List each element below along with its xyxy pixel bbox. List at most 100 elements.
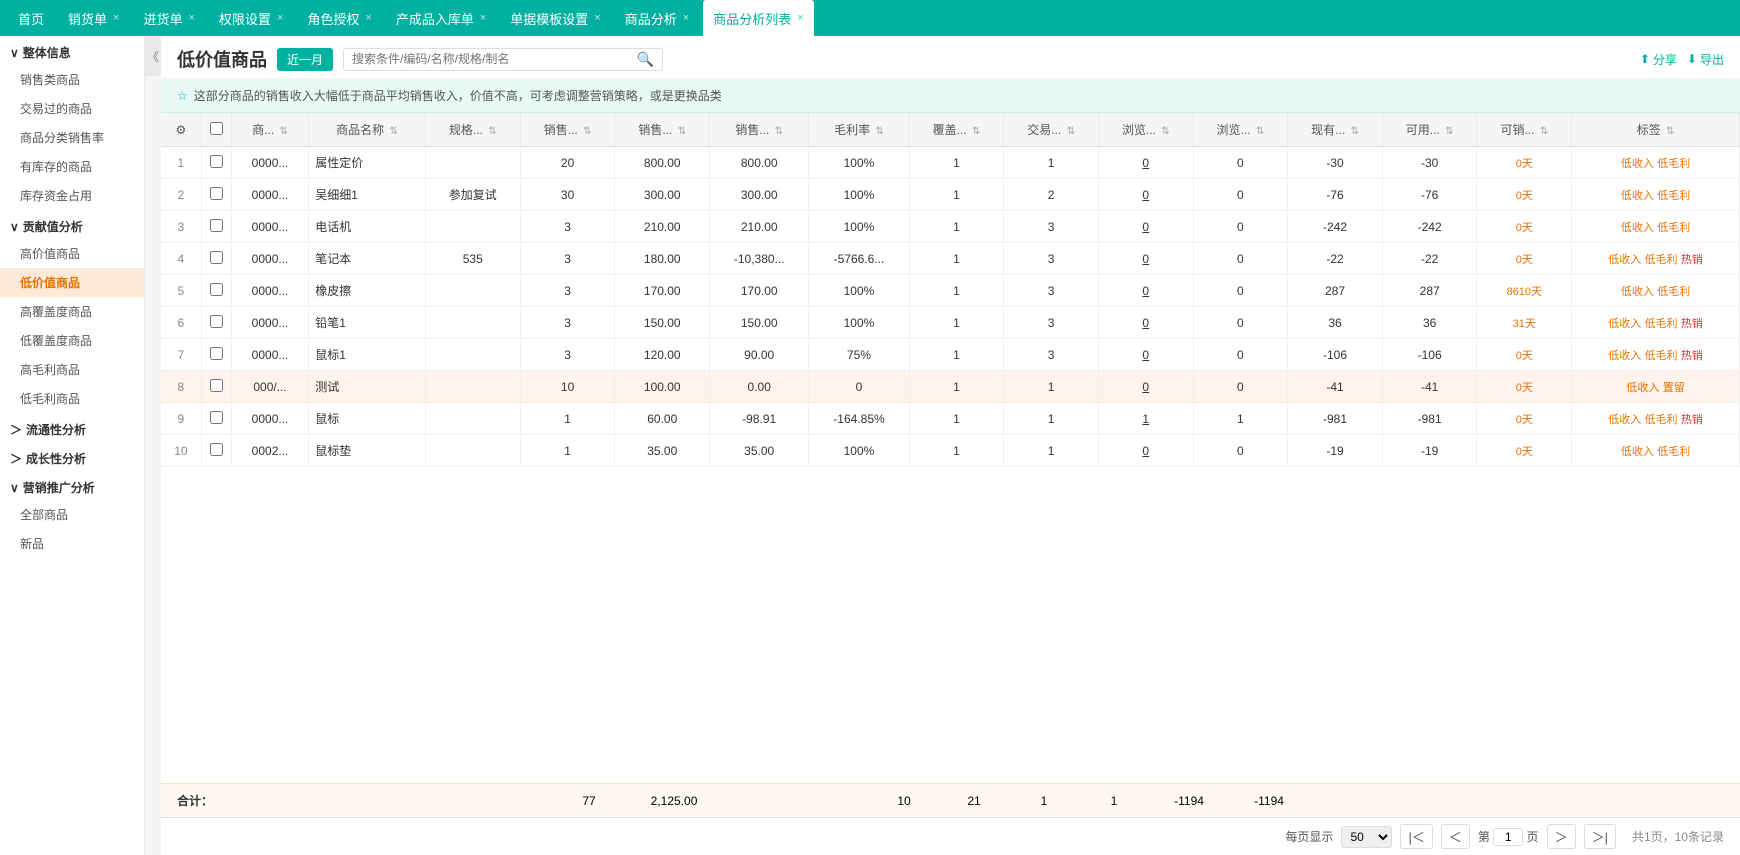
- browse1-value[interactable]: 0: [1142, 284, 1149, 298]
- col-tags[interactable]: 标签 ⇅: [1572, 113, 1740, 147]
- nav-purchase[interactable]: 进货单 ×: [133, 0, 204, 36]
- col-stock2[interactable]: 可用... ⇅: [1382, 113, 1477, 147]
- col-browse2[interactable]: 浏览... ⇅: [1193, 113, 1288, 147]
- row-checkbox[interactable]: [210, 443, 223, 456]
- sidebar-item-sales-goods[interactable]: 销售类商品: [0, 65, 144, 94]
- col-settings[interactable]: ⚙: [161, 113, 201, 147]
- sidebar-item-low-value[interactable]: 低价值商品: [0, 268, 144, 297]
- next-page-button[interactable]: ＞: [1547, 824, 1576, 849]
- row-checkbox[interactable]: [210, 379, 223, 392]
- col-profit-rate[interactable]: 毛利率 ⇅: [809, 113, 909, 147]
- close-icon[interactable]: ×: [113, 12, 119, 24]
- row-checkbox[interactable]: [210, 347, 223, 360]
- col-coverage[interactable]: 覆盖... ⇅: [909, 113, 1004, 147]
- filter-recent-month-button[interactable]: 近一月: [277, 48, 333, 71]
- browse1-value[interactable]: 0: [1142, 444, 1149, 458]
- pagination-bar: 每页显示 50 100 200 |＜ ＜ 第 页 ＞ ＞| 共1页，10条记录: [161, 817, 1740, 855]
- browse2-value: 0: [1193, 275, 1288, 307]
- row-checkbox-cell: [201, 403, 231, 435]
- col-stock1[interactable]: 现有... ⇅: [1288, 113, 1383, 147]
- browse1-value[interactable]: 0: [1142, 252, 1149, 266]
- sidebar-item-high-coverage[interactable]: 高覆盖度商品: [0, 297, 144, 326]
- row-checkbox[interactable]: [210, 187, 223, 200]
- col-trade[interactable]: 交易... ⇅: [1004, 113, 1099, 147]
- last-page-button[interactable]: ＞|: [1584, 824, 1616, 849]
- export-button[interactable]: ⬇ 导出: [1687, 51, 1724, 68]
- browse1-cell: 0: [1098, 307, 1193, 339]
- close-icon[interactable]: ×: [683, 12, 689, 24]
- browse2-value: 0: [1193, 371, 1288, 403]
- share-button[interactable]: ⬆ 分享: [1640, 51, 1677, 68]
- row-num: 5: [161, 275, 201, 307]
- sidebar-group-liquidity[interactable]: ＞ 流通性分析: [0, 413, 144, 442]
- product-spec: [425, 339, 520, 371]
- col-name[interactable]: 商品名称 ⇅: [309, 113, 425, 147]
- sidebar-group-contribution[interactable]: ∨ 贡献值分析: [0, 210, 144, 239]
- browse2-value: 0: [1193, 435, 1288, 467]
- sidebar-item-low-profit[interactable]: 低毛利商品: [0, 384, 144, 413]
- col-sale3[interactable]: 销售... ⇅: [710, 113, 809, 147]
- close-icon[interactable]: ×: [594, 12, 600, 24]
- col-spec[interactable]: 规格... ⇅: [425, 113, 520, 147]
- row-checkbox[interactable]: [210, 283, 223, 296]
- close-icon[interactable]: ×: [365, 12, 371, 24]
- sidebar-item-stock-goods[interactable]: 有库存的商品: [0, 152, 144, 181]
- nav-product-analysis-list[interactable]: 商品分析列表 ×: [703, 0, 813, 36]
- col-sale2[interactable]: 销售... ⇅: [615, 113, 710, 147]
- col-code[interactable]: 商... ⇅: [231, 113, 308, 147]
- row-checkbox[interactable]: [210, 219, 223, 232]
- browse1-value[interactable]: 0: [1142, 156, 1149, 170]
- sidebar-item-traded-goods[interactable]: 交易过的商品: [0, 94, 144, 123]
- browse1-value[interactable]: 0: [1142, 348, 1149, 362]
- browse1-value[interactable]: 0: [1142, 380, 1149, 394]
- close-icon[interactable]: ×: [277, 12, 283, 24]
- sidebar-item-stock-value[interactable]: 库存资金占用: [0, 181, 144, 210]
- nav-production[interactable]: 产成品入库单 ×: [386, 0, 496, 36]
- sidebar-group-marketing[interactable]: ∨ 营销推广分析: [0, 471, 144, 500]
- nav-roles[interactable]: 角色授权 ×: [297, 0, 381, 36]
- first-page-button[interactable]: |＜: [1400, 824, 1432, 849]
- browse1-value[interactable]: 1: [1142, 412, 1149, 426]
- prev-page-button[interactable]: ＜: [1441, 824, 1470, 849]
- row-checkbox-cell: [201, 435, 231, 467]
- days-value: 0天: [1477, 211, 1572, 243]
- search-input[interactable]: [352, 52, 637, 66]
- nav-permissions[interactable]: 权限设置 ×: [209, 0, 293, 36]
- sidebar-item-low-coverage[interactable]: 低覆盖度商品: [0, 326, 144, 355]
- sidebar-group-overall[interactable]: ∨ 整体信息: [0, 36, 144, 65]
- sidebar-item-category-sales[interactable]: 商品分类销售率: [0, 123, 144, 152]
- sidebar-item-all-goods[interactable]: 全部商品: [0, 500, 144, 529]
- close-icon[interactable]: ×: [188, 12, 194, 24]
- sidebar-group-growth[interactable]: ＞ 成长性分析: [0, 442, 144, 471]
- profit-rate-value: -5766.6...: [809, 243, 909, 275]
- sidebar-item-high-profit[interactable]: 高毛利商品: [0, 355, 144, 384]
- col-browse1[interactable]: 浏览... ⇅: [1098, 113, 1193, 147]
- sidebar-item-high-value[interactable]: 高价值商品: [0, 239, 144, 268]
- close-icon[interactable]: ×: [480, 12, 486, 24]
- nav-home[interactable]: 首页: [8, 0, 54, 36]
- select-all-checkbox[interactable]: [210, 122, 223, 135]
- search-icon[interactable]: 🔍: [637, 51, 654, 68]
- trade-value: 1: [1004, 403, 1099, 435]
- nav-product-analysis[interactable]: 商品分析 ×: [615, 0, 699, 36]
- close-icon[interactable]: ×: [797, 12, 803, 24]
- table-container: ⚙ 商... ⇅ 商品名称 ⇅ 规格... ⇅ 销售... ⇅ 销售... ⇅ …: [161, 113, 1740, 783]
- col-select-all[interactable]: [201, 113, 231, 147]
- per-page-select[interactable]: 50 100 200: [1341, 826, 1392, 848]
- trade-value: 3: [1004, 243, 1099, 275]
- col-stock3[interactable]: 可销... ⇅: [1477, 113, 1572, 147]
- browse1-value[interactable]: 0: [1142, 188, 1149, 202]
- row-checkbox[interactable]: [210, 411, 223, 424]
- col-sale1[interactable]: 销售... ⇅: [520, 113, 615, 147]
- row-checkbox[interactable]: [210, 251, 223, 264]
- nav-sales[interactable]: 销货单 ×: [58, 0, 129, 36]
- sidebar-collapse-button[interactable]: 《: [145, 36, 161, 76]
- browse1-value[interactable]: 0: [1142, 316, 1149, 330]
- row-num: 3: [161, 211, 201, 243]
- sidebar-item-new-goods[interactable]: 新品: [0, 529, 144, 558]
- page-number-input[interactable]: [1493, 828, 1523, 846]
- row-checkbox[interactable]: [210, 315, 223, 328]
- nav-template[interactable]: 单据模板设置 ×: [500, 0, 610, 36]
- row-checkbox[interactable]: [210, 155, 223, 168]
- browse1-value[interactable]: 0: [1142, 220, 1149, 234]
